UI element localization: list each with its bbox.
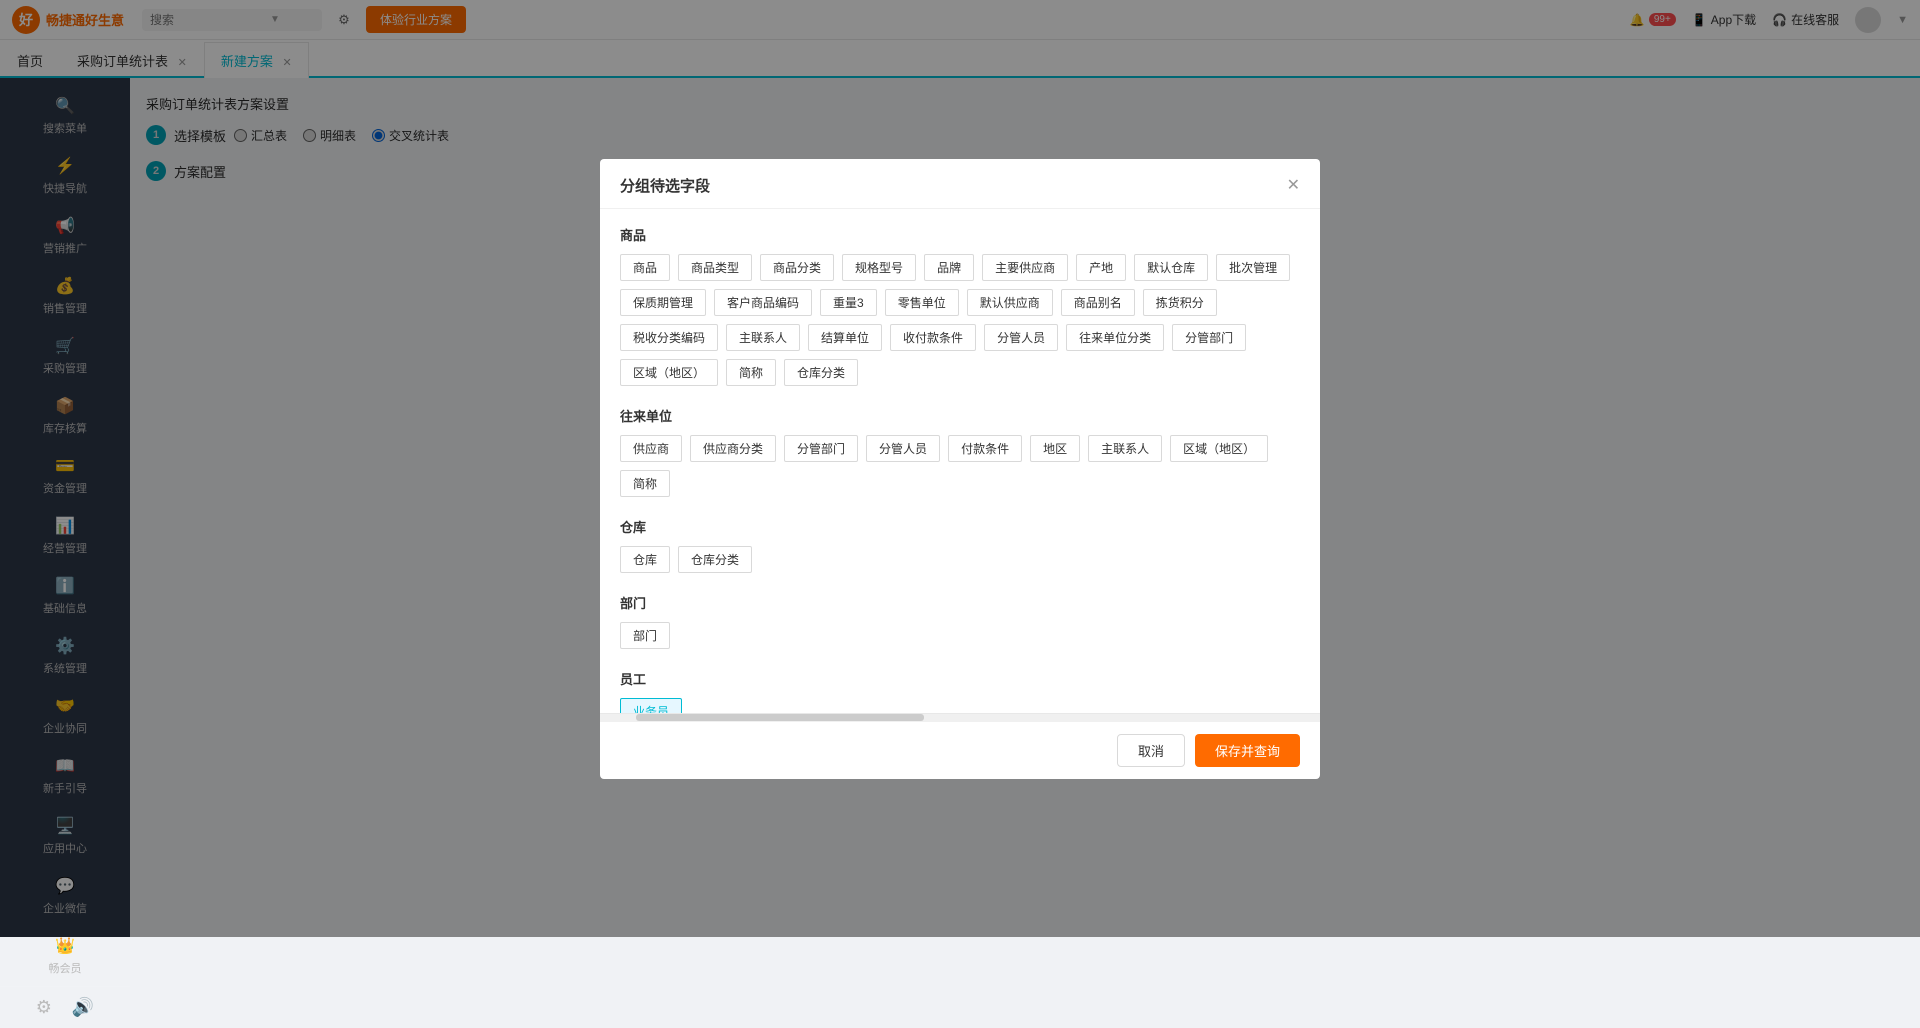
section-warehouse-title: 仓库 [620, 517, 1300, 536]
field-tag[interactable]: 默认供应商 [967, 289, 1053, 316]
section-warehouse: 仓库 仓库 仓库分类 [620, 517, 1300, 573]
field-tag[interactable]: 零售单位 [885, 289, 959, 316]
field-tag[interactable]: 仓库分类 [784, 359, 858, 386]
horizontal-scrollbar[interactable] [600, 713, 1320, 721]
section-partner-title: 往来单位 [620, 406, 1300, 425]
field-tag[interactable]: 付款条件 [948, 435, 1022, 462]
section-dept-fields: 部门 [620, 622, 1300, 649]
field-tag[interactable]: 品牌 [924, 254, 974, 281]
field-tag[interactable]: 商品 [620, 254, 670, 281]
field-tag[interactable]: 重量3 [820, 289, 877, 316]
field-tag[interactable]: 商品分类 [760, 254, 834, 281]
field-tag[interactable]: 收付款条件 [890, 324, 976, 351]
section-employee-title: 员工 [620, 669, 1300, 688]
field-tag[interactable]: 分管人员 [984, 324, 1058, 351]
section-goods-fields: 商品 商品类型 商品分类 规格型号 品牌 主要供应商 产地 默认仓库 批次管理 … [620, 254, 1300, 386]
field-tag[interactable]: 默认仓库 [1134, 254, 1208, 281]
field-tag[interactable]: 区域（地区） [620, 359, 718, 386]
field-tag[interactable]: 分管人员 [866, 435, 940, 462]
field-tag[interactable]: 商品别名 [1061, 289, 1135, 316]
field-tag[interactable]: 主联系人 [726, 324, 800, 351]
field-tag[interactable]: 仓库 [620, 546, 670, 573]
field-tag[interactable]: 客户商品编码 [714, 289, 812, 316]
field-tag[interactable]: 商品类型 [678, 254, 752, 281]
field-tag[interactable]: 往来单位分类 [1066, 324, 1164, 351]
section-warehouse-fields: 仓库 仓库分类 [620, 546, 1300, 573]
field-tag[interactable]: 仓库分类 [678, 546, 752, 573]
modal-footer: 取消 保存并查询 [600, 721, 1320, 779]
field-tag[interactable]: 分管部门 [784, 435, 858, 462]
field-tag[interactable]: 简称 [620, 470, 670, 497]
field-tag[interactable]: 分管部门 [1172, 324, 1246, 351]
section-goods-title: 商品 [620, 225, 1300, 244]
modal-header: 分组待选字段 ✕ [600, 159, 1320, 209]
field-tag[interactable]: 简称 [726, 359, 776, 386]
cancel-button[interactable]: 取消 [1117, 734, 1185, 767]
field-tag[interactable]: 规格型号 [842, 254, 916, 281]
modal-title: 分组待选字段 [620, 175, 710, 196]
sidebar-bottom: ⚙ 🔊 [0, 986, 130, 1028]
volume-icon[interactable]: 🔊 [72, 997, 94, 1018]
modal-body: 商品 商品 商品类型 商品分类 规格型号 品牌 主要供应商 产地 默认仓库 批次… [600, 209, 1320, 713]
field-tag[interactable]: 供应商 [620, 435, 682, 462]
scrollbar-thumb [636, 714, 924, 721]
section-partner-fields: 供应商 供应商分类 分管部门 分管人员 付款条件 地区 主联系人 区域（地区） … [620, 435, 1300, 497]
field-tag[interactable]: 保质期管理 [620, 289, 706, 316]
settings-bottom-icon[interactable]: ⚙ [36, 997, 52, 1018]
field-tag[interactable]: 批次管理 [1216, 254, 1290, 281]
sidebar-item-member-label: 畅会员 [49, 960, 82, 976]
crown-icon: 👑 [55, 936, 75, 956]
field-tag[interactable]: 拣货积分 [1143, 289, 1217, 316]
section-employee: 员工 业务员 [620, 669, 1300, 713]
field-tag[interactable]: 部门 [620, 622, 670, 649]
field-tag[interactable]: 产地 [1076, 254, 1126, 281]
save-query-button[interactable]: 保存并查询 [1195, 734, 1300, 767]
section-employee-fields: 业务员 [620, 698, 1300, 713]
section-dept-title: 部门 [620, 593, 1300, 612]
field-tag-salesperson[interactable]: 业务员 [620, 698, 682, 713]
modal-overlay: 分组待选字段 ✕ 商品 商品 商品类型 商品分类 规格型号 品牌 主要供应商 产… [0, 0, 1920, 937]
field-tag[interactable]: 供应商分类 [690, 435, 776, 462]
modal-close-button[interactable]: ✕ [1287, 175, 1300, 195]
field-select-modal: 分组待选字段 ✕ 商品 商品 商品类型 商品分类 规格型号 品牌 主要供应商 产… [600, 159, 1320, 779]
field-tag[interactable]: 区域（地区） [1170, 435, 1268, 462]
section-partner: 往来单位 供应商 供应商分类 分管部门 分管人员 付款条件 地区 主联系人 区域… [620, 406, 1300, 497]
field-tag[interactable]: 地区 [1030, 435, 1080, 462]
field-tag[interactable]: 结算单位 [808, 324, 882, 351]
field-tag[interactable]: 主联系人 [1088, 435, 1162, 462]
section-dept: 部门 部门 [620, 593, 1300, 649]
section-goods: 商品 商品 商品类型 商品分类 规格型号 品牌 主要供应商 产地 默认仓库 批次… [620, 225, 1300, 386]
field-tag[interactable]: 主要供应商 [982, 254, 1068, 281]
field-tag[interactable]: 税收分类编码 [620, 324, 718, 351]
